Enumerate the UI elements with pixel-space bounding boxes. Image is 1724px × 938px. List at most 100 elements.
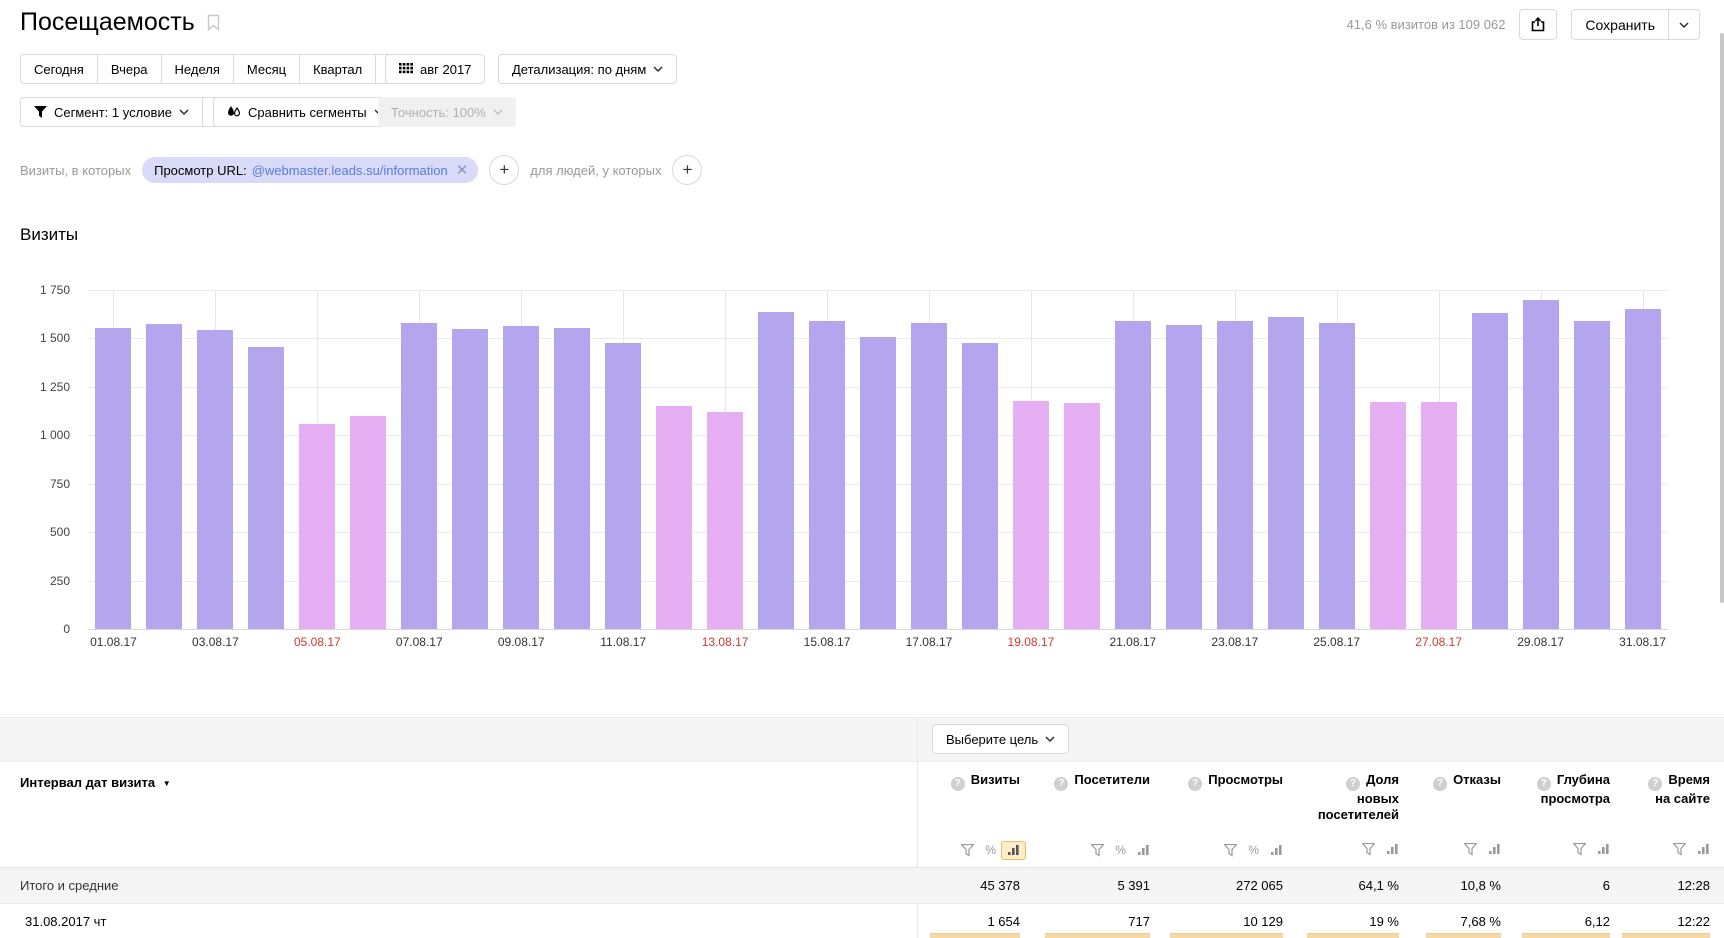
x-axis-tick-label: 27.08.17 (1415, 635, 1462, 649)
bar-chart-icon[interactable] (1488, 843, 1501, 856)
column-controls-pageviews: % (1224, 843, 1283, 857)
bar-chart-icon[interactable] (1137, 844, 1150, 857)
filter-icon[interactable] (1673, 843, 1686, 856)
help-icon[interactable]: ? (1054, 777, 1069, 791)
chart-bar-01.08.17[interactable] (95, 327, 132, 629)
x-axis-tick-label: 01.08.17 (90, 635, 137, 649)
x-axis-tick-label: 17.08.17 (905, 635, 953, 649)
value-bar (1045, 933, 1150, 938)
totals-cell: 272 065 (1236, 878, 1283, 893)
chart-bar-25.08.17[interactable] (1318, 323, 1355, 629)
gridline (88, 629, 1668, 630)
table-cell: 12:22 (1677, 914, 1710, 929)
filter-icon[interactable] (1573, 843, 1586, 856)
chart-bar-27.08.17[interactable] (1420, 401, 1457, 629)
filter-icon[interactable] (1362, 843, 1375, 856)
chart-bar-21.08.17[interactable] (1114, 320, 1151, 629)
column-header-new-visitors-share[interactable]: ? Доля новых посетителей (1318, 772, 1399, 823)
chart-bar-24.08.17[interactable] (1267, 316, 1304, 629)
chart-bar-15.08.17[interactable] (809, 320, 846, 629)
help-icon[interactable]: ? (1536, 777, 1551, 791)
chart-bar-14.08.17[interactable] (758, 311, 795, 629)
row-date-label: 31.08.2017 чт (25, 914, 107, 929)
chart-bar-13.08.17[interactable] (707, 412, 744, 629)
vertical-scrollbar[interactable] (1720, 33, 1724, 603)
percent-icon[interactable]: % (1248, 843, 1259, 857)
totals-row: Итого и средние 45 378 5 391 272 065 64,1 %… (0, 867, 1724, 903)
filter-icon[interactable] (1224, 843, 1238, 857)
filter-icon[interactable] (1091, 843, 1105, 857)
help-icon[interactable]: ? (1433, 777, 1448, 791)
column-header-label: новых (1356, 791, 1399, 806)
table-toolbar-band (0, 717, 1724, 762)
visits-bar-chart: 0 250 500 750 1 000 1 250 1 500 1 750 01.08.17 03… (0, 0, 1724, 660)
column-header-label: Отказы (1453, 772, 1501, 787)
help-icon[interactable]: ? (1188, 777, 1203, 791)
dimension-header[interactable]: Интервал дат визита ▼ (20, 775, 171, 790)
column-header-label: Визиты (970, 772, 1020, 787)
chart-bar-30.08.17[interactable] (1573, 321, 1610, 629)
column-header-time-on-site[interactable]: ? Время на сайте (1648, 772, 1710, 807)
chart-bar-20.08.17[interactable] (1063, 402, 1100, 629)
gridline (88, 290, 1668, 291)
table-cell: 6,12 (1584, 914, 1610, 929)
filter-icon[interactable] (1464, 843, 1477, 856)
percent-icon[interactable]: % (985, 843, 996, 857)
column-controls-page-depth (1573, 843, 1610, 856)
chart-bar-22.08.17[interactable] (1165, 325, 1202, 629)
select-goal-button[interactable]: Выберите цель (932, 724, 1070, 754)
y-axis-tick-label: 250 (49, 573, 70, 588)
chart-bar-02.08.17[interactable] (146, 323, 183, 629)
x-axis-tick-label: 19.08.17 (1007, 635, 1055, 649)
column-header-pageviews[interactable]: ? Просмотры (1188, 772, 1283, 791)
chart-bar-16.08.17[interactable] (860, 336, 896, 629)
chart-bar-18.08.17[interactable] (961, 343, 998, 629)
chart-bar-05.08.17[interactable] (299, 424, 336, 629)
column-header-label: Глубина (1556, 772, 1610, 787)
bar-chart-icon[interactable] (1270, 844, 1283, 857)
help-icon[interactable]: ? (1648, 777, 1663, 791)
totals-cell: 45 378 (980, 878, 1020, 893)
chart-bar-23.08.17[interactable] (1216, 321, 1253, 629)
chart-bar-09.08.17[interactable] (503, 326, 540, 629)
totals-cell: 10,8 % (1460, 878, 1501, 893)
percent-icon[interactable]: % (1115, 843, 1126, 857)
chart-bar-12.08.17[interactable] (656, 406, 693, 629)
value-bar (1307, 933, 1399, 938)
chart-bar-03.08.17[interactable] (197, 329, 234, 629)
column-controls-new-visitors-share (1362, 843, 1399, 856)
help-icon[interactable]: ? (950, 777, 965, 791)
help-icon[interactable]: ? (1346, 777, 1361, 791)
chart-bar-06.08.17[interactable] (350, 416, 387, 629)
chart-bar-11.08.17[interactable] (605, 342, 642, 629)
value-bar (1170, 933, 1283, 938)
chart-bar-08.08.17[interactable] (452, 329, 489, 629)
column-header-bounce-rate[interactable]: ? Отказы (1433, 772, 1501, 791)
chart-bar-19.08.17[interactable] (1012, 401, 1049, 629)
column-header-page-depth[interactable]: ? Глубина просмотра (1536, 772, 1610, 807)
chart-bar-17.08.17[interactable] (910, 323, 947, 629)
column-header-visits[interactable]: ? Визиты (950, 772, 1020, 791)
chart-bar-04.08.17[interactable] (248, 346, 285, 629)
bar-chart-icon[interactable] (1386, 843, 1399, 856)
totals-cell: 12:28 (1677, 878, 1710, 893)
chart-bar-29.08.17[interactable] (1522, 300, 1559, 629)
table-cell: 19 % (1369, 914, 1399, 929)
value-bar (1426, 933, 1501, 938)
totals-cell: 6 (1602, 878, 1610, 893)
chart-bar-28.08.17[interactable] (1471, 313, 1508, 629)
column-header-visitors[interactable]: ? Посетители (1054, 772, 1150, 791)
sort-triangle-icon: ▼ (162, 779, 171, 788)
x-axis-tick-label: 13.08.17 (701, 635, 749, 649)
filter-icon[interactable] (961, 843, 975, 857)
chart-bar-10.08.17[interactable] (554, 327, 591, 629)
column-controls-visits: % (961, 840, 1026, 860)
bar-chart-icon[interactable] (1697, 843, 1710, 856)
chart-bar-07.08.17[interactable] (401, 322, 438, 629)
bar-chart-icon[interactable] (1597, 843, 1610, 856)
table-cell: 717 (1128, 914, 1150, 929)
chart-bar-31.08.17[interactable] (1624, 308, 1661, 629)
chart-bar-26.08.17[interactable] (1369, 401, 1406, 629)
totals-row-label: Итого и средние (20, 878, 119, 893)
bar-chart-icon[interactable] (1001, 840, 1026, 860)
